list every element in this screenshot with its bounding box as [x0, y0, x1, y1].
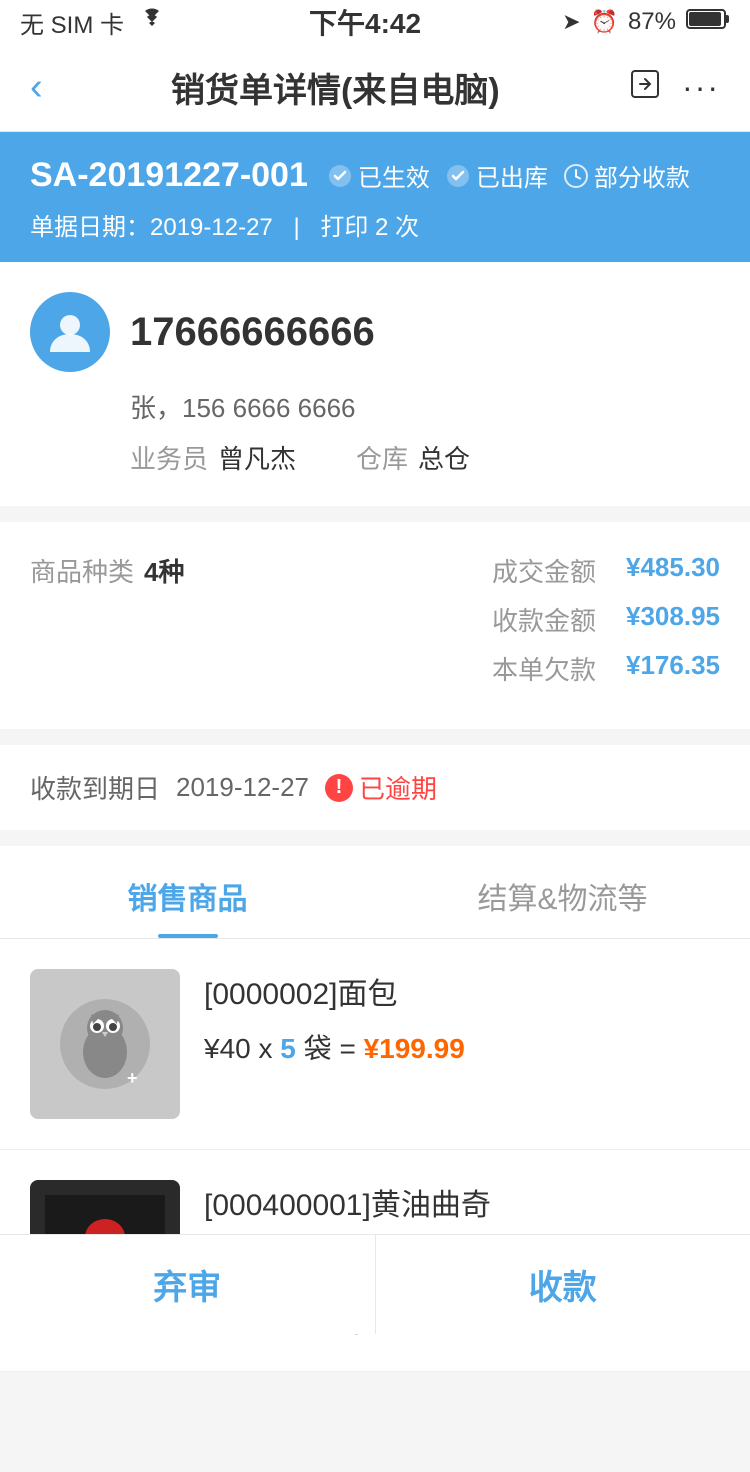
warehouse-label: 仓库: [356, 439, 408, 476]
due-date: 2019-12-27: [176, 772, 309, 803]
due-label: 收款到期日: [30, 769, 160, 806]
amount-label: 成交金额: [492, 552, 596, 589]
svg-text:+: +: [127, 1068, 138, 1088]
collected-label: 收款金额: [492, 601, 596, 638]
tabs-section: 销售商品 结算&物流等: [0, 846, 750, 939]
status-right: ➤ ⏰ 87%: [562, 7, 730, 38]
nav-bar: ‹ 销货单详情(来自电脑) ···: [0, 44, 750, 132]
customer-row: 17666666666: [30, 292, 720, 372]
wifi-icon: [136, 8, 168, 37]
more-icon[interactable]: ···: [682, 69, 720, 106]
status-badge-partial: 部分收款: [564, 158, 690, 193]
product-equals: =: [339, 1033, 363, 1064]
product-multiply: x: [259, 1033, 281, 1064]
product-total: ¥199.99: [364, 1033, 465, 1064]
product-info-1: [0000002]面包 ¥40 x 5 袋 = ¥199.99: [204, 969, 720, 1119]
category-row: 商品种类 4种: [30, 552, 184, 589]
staff-label: 业务员: [130, 439, 208, 476]
customer-section: 17666666666 张，156 6666 6666 业务员 曾凡杰 仓库 总…: [0, 262, 750, 506]
product-unit: 袋: [304, 1033, 332, 1064]
back-button[interactable]: ‹: [30, 66, 43, 109]
order-id-row: SA-20191227-001 已生效 已出库 部分收款: [30, 156, 720, 195]
bottom-bar: 弃审 收款: [0, 1234, 750, 1334]
overdue-label: 已逾期: [359, 769, 437, 806]
collected-value: ¥308.95: [626, 601, 720, 638]
avatar: [30, 292, 110, 372]
product-price-1: ¥40 x 5 袋 = ¥199.99: [204, 1027, 720, 1067]
battery-icon: [686, 7, 730, 38]
status-bar: 无 SIM 卡 下午4:42 ➤ ⏰ 87%: [0, 0, 750, 44]
status-left: 无 SIM 卡: [20, 5, 168, 40]
staff-row: 业务员 曾凡杰 仓库 总仓: [130, 439, 720, 476]
carrier-label: 无 SIM 卡: [20, 5, 124, 40]
debt-label: 本单欠款: [492, 650, 596, 687]
status-time: 下午4:42: [309, 2, 421, 42]
collected-row: 收款金额 ¥308.95: [492, 601, 720, 638]
product-qty: 5: [280, 1033, 296, 1064]
tab-underline: [158, 934, 218, 938]
product-name-1: [0000002]面包: [204, 969, 720, 1013]
customer-phone: 17666666666: [130, 310, 375, 355]
staff-value: 曾凡杰: [218, 439, 296, 476]
customer-name-info: 张，156 6666 6666: [130, 388, 720, 425]
overdue-badge: ! 已逾期: [325, 769, 437, 806]
page-title: 销货单详情(来自电脑): [171, 63, 500, 112]
status-badge-shipped: 已出库: [446, 158, 548, 193]
status-badge-effective: 已生效: [328, 158, 430, 193]
product-name-2: [000400001]黄油曲奇: [204, 1180, 720, 1224]
order-id: SA-20191227-001: [30, 156, 308, 195]
tab-products[interactable]: 销售商品: [0, 846, 375, 938]
debt-value: ¥176.35: [626, 650, 720, 687]
cancel-button[interactable]: 弃审: [0, 1235, 376, 1334]
share-icon[interactable]: [628, 67, 662, 109]
location-icon: ➤: [562, 9, 580, 35]
product-thumbnail-1: +: [30, 969, 180, 1119]
due-section: 收款到期日 2019-12-27 ! 已逾期: [0, 745, 750, 830]
staff-item: 业务员 曾凡杰: [130, 439, 296, 476]
overdue-icon: !: [325, 774, 353, 802]
warehouse-item: 仓库 总仓: [356, 439, 470, 476]
amount-value: ¥485.30: [626, 552, 720, 589]
stats-section: 商品种类 4种 成交金额 ¥485.30 收款金额 ¥308.95 本单欠款 ¥…: [0, 522, 750, 729]
category-label: 商品种类: [30, 552, 134, 589]
collect-button[interactable]: 收款: [376, 1235, 750, 1334]
alarm-icon: ⏰: [591, 9, 618, 35]
product-item: + [0000002]面包 ¥40 x 5 袋 = ¥199.99: [0, 939, 750, 1150]
amount-row: 成交金额 ¥485.30: [492, 552, 720, 589]
nav-actions: ···: [628, 67, 720, 109]
debt-row: 本单欠款 ¥176.35: [492, 650, 720, 687]
order-header: SA-20191227-001 已生效 已出库 部分收款 单据日期：2019-1…: [0, 132, 750, 262]
battery-label: 87%: [628, 8, 676, 36]
stats-right: 成交金额 ¥485.30 收款金额 ¥308.95 本单欠款 ¥176.35: [492, 552, 720, 699]
warehouse-value: 总仓: [418, 439, 470, 476]
category-value: 4种: [144, 552, 184, 589]
stats-left: 商品种类 4种: [30, 552, 184, 589]
product-price-unit: ¥40: [204, 1033, 251, 1064]
tab-settlement[interactable]: 结算&物流等: [375, 846, 750, 938]
status-badges: 已生效 已出库 部分收款: [328, 158, 690, 193]
order-meta: 单据日期：2019-12-27 | 打印 2 次: [30, 207, 720, 242]
